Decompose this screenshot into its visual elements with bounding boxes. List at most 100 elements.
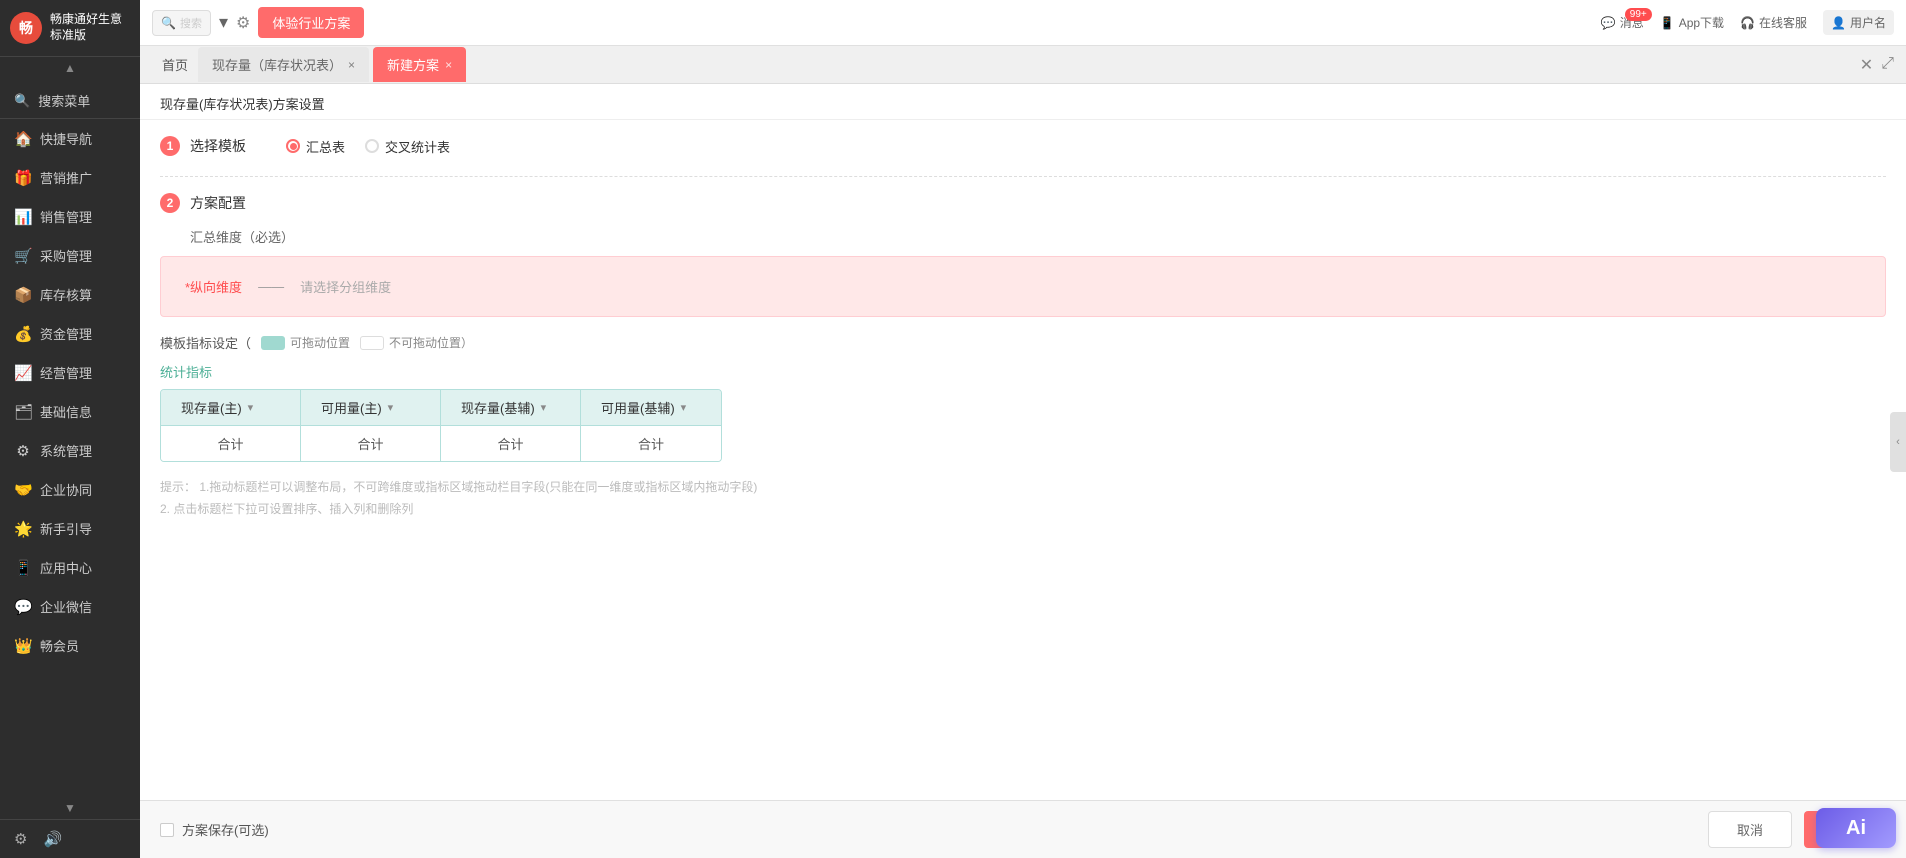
stats-table-header: 现存量(主) ▾ 可用量(主) ▾ 现存量(基辅) ▾ 可用量(基辅) [161,390,721,425]
topbar-search[interactable]: 🔍 搜索 [152,10,211,36]
stats-table: 现存量(主) ▾ 可用量(主) ▾ 现存量(基辅) ▾ 可用量(基辅) [160,389,722,462]
content-area: 现存量(库存状况表)方案设置 1 选择模板 汇总表 [140,84,1906,800]
right-expand-handle[interactable]: ‹ [1890,412,1906,472]
app-download-button[interactable]: 📱 App下载 [1660,14,1724,31]
home-icon: 🏠 [14,130,32,148]
window-expand-icon[interactable]: ⤢ [1881,55,1894,75]
sidebar-item-wechat[interactable]: 💬 企业微信 [0,587,140,626]
sidebar-item-collaboration[interactable]: 🤝 企业协同 [0,470,140,509]
main-area: 🔍 搜索 ▾ ⚙ 体验行业方案 💬 消息 99+ 📱 App下载 🎧 在线客服 [140,0,1906,858]
template-options: 汇总表 交叉统计表 [256,137,450,156]
sidebar-item-app-center[interactable]: 📱 应用中心 [0,548,140,587]
stats-col-0[interactable]: 现存量(主) ▾ [161,390,301,425]
stats-col-1[interactable]: 可用量(主) ▾ [301,390,441,425]
gear-icon: ⚙ [14,442,32,460]
radio-summary-circle [286,139,300,153]
step2-title: 方案配置 [190,193,246,213]
headset-icon: 🎧 [1740,16,1755,30]
logo-text: 畅康通好生意 标准版 [50,12,122,43]
pink-dimension-area: *纵向维度 —— 请选择分组维度 [160,256,1886,317]
user-menu[interactable]: 👤 用户名 [1823,10,1894,35]
radio-summary-table[interactable]: 汇总表 [286,137,345,156]
sidebar-scroll-up[interactable]: ▲ [0,57,140,79]
page-title: 现存量(库存状况表)方案设置 [160,97,325,112]
money-icon: 💰 [14,325,32,343]
sidebar-scroll-down[interactable]: ▼ [0,797,140,819]
chevron-0-icon: ▾ [248,401,254,414]
vertical-dim-label: *纵向维度 [185,277,242,296]
window-close-icon[interactable]: ✕ [1860,55,1873,75]
legend-draggable: 可拖动位置 [261,334,350,351]
message-button[interactable]: 💬 消息 99+ [1601,14,1644,31]
stats-col-2[interactable]: 现存量(基辅) ▾ [441,390,581,425]
logo-icon: 畅 [10,12,42,44]
tab-home[interactable]: 首页 [152,47,198,82]
save-option[interactable]: 方案保存(可选) [160,820,269,839]
legend-draggable-box [261,336,285,350]
sidebar-item-inventory[interactable]: 📦 库存核算 [0,275,140,314]
cart-icon: 🛒 [14,247,32,265]
sidebar-item-purchase[interactable]: 🛒 采购管理 [0,236,140,275]
folder-icon: 🗂 [14,403,32,421]
chevron-2-icon: ▾ [541,401,547,414]
user-avatar: 👤 [1831,16,1846,30]
tab-inventory-close-icon[interactable]: × [348,58,355,72]
sidebar-item-quick-nav[interactable]: 🏠 快捷导航 [0,119,140,158]
topbar-dropdown[interactable]: ▾ [219,12,228,33]
bottom-bar: 方案保存(可选) 取消 查询 [140,800,1906,858]
audio-icon[interactable]: 🔊 [43,830,62,848]
sidebar-item-marketing[interactable]: 🎁 营销推广 [0,158,140,197]
tip-title: 提示： 1.拖动标题栏可以调整布局，不可跨维度或指标区域拖动栏目字段(只能在同一… [160,477,1886,499]
tab-inventory-status[interactable]: 现存量（库存状况表） × [198,47,369,82]
chart-icon: 📊 [14,208,32,226]
sidebar-item-operations[interactable]: 📈 经营管理 [0,353,140,392]
sidebar-item-basic-info[interactable]: 🗂 基础信息 [0,392,140,431]
summary-dim-label: 汇总维度（必选） [190,227,1886,246]
step2-header: 2 方案配置 [160,193,1886,213]
chevron-3-icon: ▾ [681,401,687,414]
trend-icon: 📈 [14,364,32,382]
handshake-icon: 🤝 [14,481,32,499]
search-icon: 🔍 [14,93,30,109]
stats-section-label: 统计指标 [160,362,1886,381]
vertical-dim-row: *纵向维度 —— 请选择分组维度 [185,277,1861,296]
tab-new-plan[interactable]: 新建方案 × [373,47,466,82]
sidebar-footer: ⚙ 🔊 [0,819,140,858]
step1-header: 1 选择模板 汇总表 交叉统计表 [160,136,1886,156]
ai-badge[interactable]: Ai [1816,808,1896,848]
chat-icon: 💬 [14,598,32,616]
crown-icon: 👑 [14,637,32,655]
topbar-right: 💬 消息 99+ 📱 App下载 🎧 在线客服 👤 用户名 [1601,10,1894,35]
step2-section: 2 方案配置 汇总维度（必选） *纵向维度 —— 请选择分组维度 模板指标设定（ [160,193,1886,532]
radio-cross-circle [365,139,379,153]
sidebar-item-finance[interactable]: 💰 资金管理 [0,314,140,353]
stats-cell-0-3: 合计 [581,426,721,461]
sidebar-search[interactable]: 🔍 搜索菜单 [0,83,140,119]
sidebar-item-guide[interactable]: 🌟 新手引导 [0,509,140,548]
legend-static-box [360,336,384,350]
form-container: 1 选择模板 汇总表 交叉统计表 [140,120,1906,568]
sidebar-item-sales[interactable]: 📊 销售管理 [0,197,140,236]
topbar-gear-icon[interactable]: ⚙ [236,13,250,33]
sidebar-menu: 🔍 搜索菜单 🏠 快捷导航 🎁 营销推广 📊 销售管理 🛒 采购管理 📦 库存核… [0,79,140,797]
settings-footer-icon[interactable]: ⚙ [14,830,27,848]
sidebar: 畅 畅康通好生意 标准版 ▲ 🔍 搜索菜单 🏠 快捷导航 🎁 营销推广 📊 销售… [0,0,140,858]
legend-static: 不可拖动位置） [360,334,473,351]
tab-new-plan-close-icon[interactable]: × [445,58,452,72]
online-service-button[interactable]: 🎧 在线客服 [1740,14,1807,31]
metric-settings-label: 模板指标设定（ 可拖动位置 不可拖动位置） [160,333,1886,352]
stats-col-3[interactable]: 可用量(基辅) ▾ [581,390,721,425]
trial-button[interactable]: 体验行业方案 [258,7,364,38]
message-badge: 99+ [1625,8,1652,21]
cancel-button[interactable]: 取消 [1708,811,1792,848]
sidebar-item-member[interactable]: 👑 畅会员 [0,626,140,665]
step1-section: 1 选择模板 汇总表 交叉统计表 [160,136,1886,156]
step2-badge: 2 [160,193,180,213]
sidebar-item-system[interactable]: ⚙ 系统管理 [0,431,140,470]
star-icon: 🌟 [14,520,32,538]
save-checkbox[interactable] [160,823,174,837]
radio-cross-table[interactable]: 交叉统计表 [365,137,450,156]
tabs-bar: 首页 现存量（库存状况表） × 新建方案 × ✕ ⤢ [140,46,1906,84]
tip-item2: 2. 点击标题栏下拉可设置排序、插入列和删除列 [160,499,1886,521]
stats-cell-0-1: 合计 [301,426,441,461]
